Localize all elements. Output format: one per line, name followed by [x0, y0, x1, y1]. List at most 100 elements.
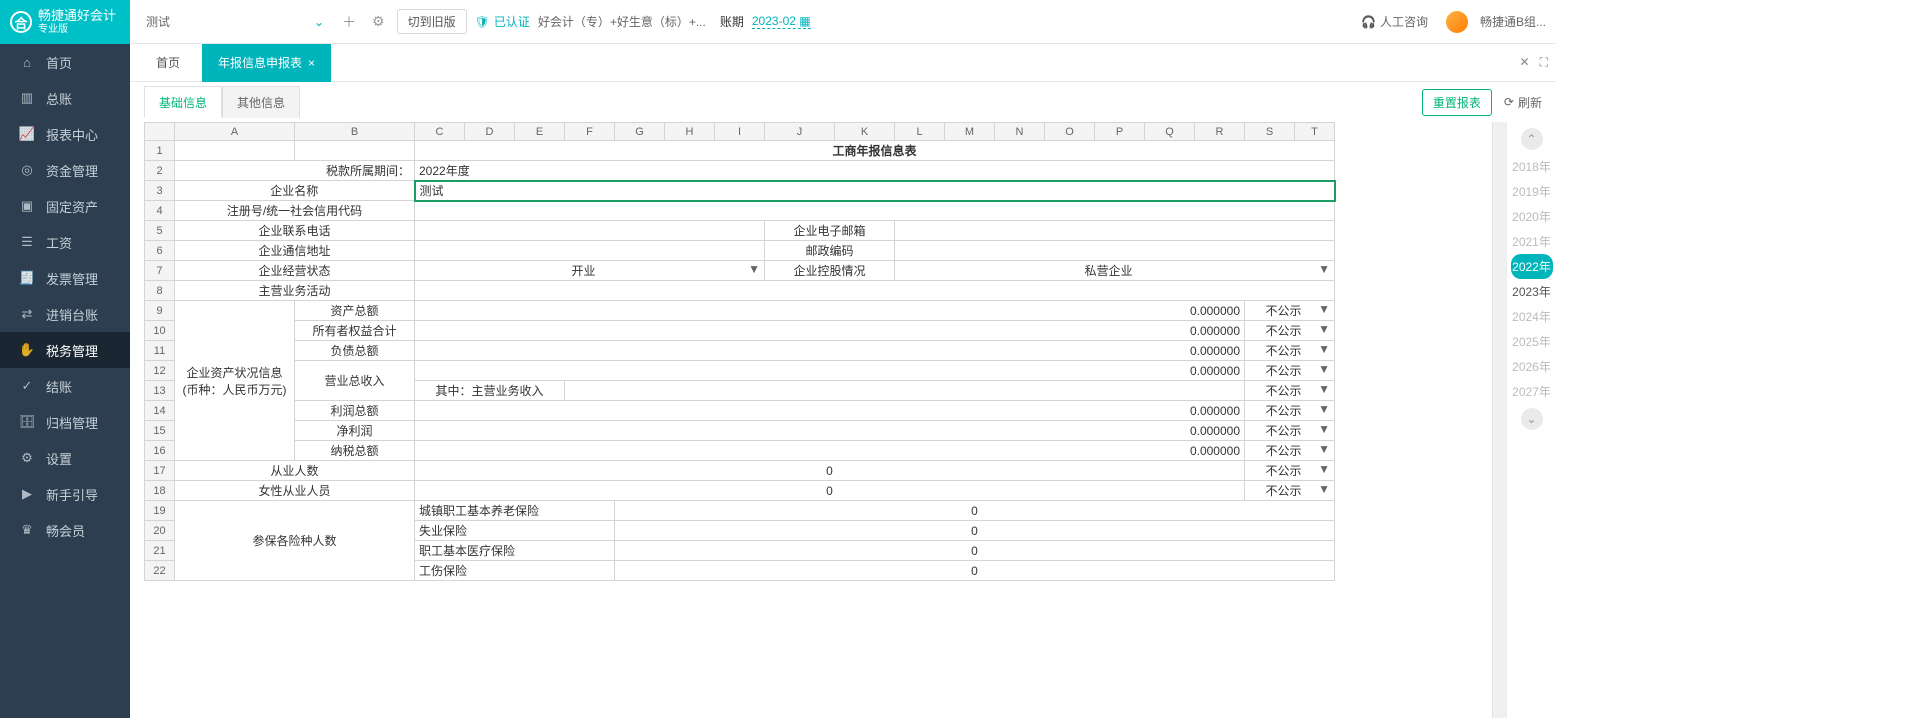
- cell[interactable]: 0: [415, 461, 1245, 481]
- year-2018年[interactable]: 2018年: [1511, 154, 1553, 179]
- col-header[interactable]: F: [565, 123, 615, 141]
- avatar[interactable]: [1446, 11, 1468, 33]
- col-header[interactable]: D: [465, 123, 515, 141]
- cell[interactable]: 女性从业人员: [175, 481, 415, 501]
- row-header[interactable]: 6: [145, 241, 175, 261]
- row-header[interactable]: 12: [145, 361, 175, 381]
- scrollbar[interactable]: [1492, 122, 1506, 718]
- sidebar-item-2[interactable]: 📈报表中心: [0, 116, 130, 152]
- close-icon[interactable]: ×: [308, 56, 315, 70]
- cell[interactable]: 0: [415, 481, 1245, 501]
- sidebar-item-0[interactable]: ⌂首页: [0, 44, 130, 80]
- cell[interactable]: 不公示▼: [1245, 361, 1335, 381]
- cell[interactable]: [895, 221, 1335, 241]
- sidebar-item-1[interactable]: ▥总账: [0, 80, 130, 116]
- sidebar-item-13[interactable]: ♛畅会员: [0, 512, 130, 548]
- col-header[interactable]: C: [415, 123, 465, 141]
- year-2027年[interactable]: 2027年: [1511, 379, 1553, 404]
- cell[interactable]: 企业经营状态: [175, 261, 415, 281]
- cell[interactable]: 私营企业▼: [895, 261, 1335, 281]
- cell[interactable]: 职工基本医疗保险: [415, 541, 615, 561]
- period-selector[interactable]: 2023-02 ▦: [752, 14, 811, 29]
- col-header[interactable]: A: [175, 123, 295, 141]
- cell[interactable]: 不公示▼: [1245, 381, 1335, 401]
- cell[interactable]: 资产总额: [295, 301, 415, 321]
- fullscreen-icon[interactable]: ⛶: [1540, 55, 1548, 70]
- gear-icon[interactable]: ⚙: [368, 9, 389, 34]
- cell[interactable]: 失业保险: [415, 521, 615, 541]
- col-header[interactable]: B: [295, 123, 415, 141]
- sidebar-item-4[interactable]: ▣固定资产: [0, 188, 130, 224]
- sidebar-item-10[interactable]: 🗄归档管理: [0, 404, 130, 440]
- cell[interactable]: 2022年度: [415, 161, 1335, 181]
- year-2021年[interactable]: 2021年: [1511, 229, 1553, 254]
- row-header[interactable]: 17: [145, 461, 175, 481]
- year-up-icon[interactable]: ⌃: [1521, 128, 1543, 150]
- subtab-other[interactable]: 其他信息: [222, 86, 300, 118]
- sidebar-item-12[interactable]: ▶新手引导: [0, 476, 130, 512]
- year-2025年[interactable]: 2025年: [1511, 329, 1553, 354]
- cell[interactable]: 不公示▼: [1245, 301, 1335, 321]
- year-down-icon[interactable]: ⌄: [1521, 408, 1543, 430]
- cell[interactable]: 0: [615, 501, 1335, 521]
- cell[interactable]: 纳税总额: [295, 441, 415, 461]
- col-header[interactable]: O: [1045, 123, 1095, 141]
- row-header[interactable]: 22: [145, 561, 175, 581]
- row-header[interactable]: 2: [145, 161, 175, 181]
- cell[interactable]: 负债总额: [295, 341, 415, 361]
- col-header[interactable]: S: [1245, 123, 1295, 141]
- row-header[interactable]: 14: [145, 401, 175, 421]
- col-header[interactable]: H: [665, 123, 715, 141]
- col-header[interactable]: M: [945, 123, 995, 141]
- row-header[interactable]: 7: [145, 261, 175, 281]
- row-header[interactable]: 4: [145, 201, 175, 221]
- row-header[interactable]: 3: [145, 181, 175, 201]
- cell[interactable]: 0.000000: [415, 401, 1245, 421]
- sidebar-item-6[interactable]: 🧾发票管理: [0, 260, 130, 296]
- cell[interactable]: 税款所属期间：: [175, 161, 415, 181]
- sidebar-item-5[interactable]: ☰工资: [0, 224, 130, 260]
- year-2019年[interactable]: 2019年: [1511, 179, 1553, 204]
- col-header[interactable]: K: [835, 123, 895, 141]
- cell[interactable]: 不公示▼: [1245, 341, 1335, 361]
- cell[interactable]: 企业联系电话: [175, 221, 415, 241]
- row-header[interactable]: 21: [145, 541, 175, 561]
- cell[interactable]: 不公示▼: [1245, 441, 1335, 461]
- row-header[interactable]: 9: [145, 301, 175, 321]
- col-header[interactable]: N: [995, 123, 1045, 141]
- row-header[interactable]: 20: [145, 521, 175, 541]
- close-all-icon[interactable]: ✕: [1520, 55, 1530, 70]
- switch-old-button[interactable]: 切到旧版: [397, 9, 467, 34]
- cell[interactable]: 0.000000: [415, 341, 1245, 361]
- sidebar-item-7[interactable]: ⇄进销台账: [0, 296, 130, 332]
- cell[interactable]: [415, 221, 765, 241]
- year-2024年[interactable]: 2024年: [1511, 304, 1553, 329]
- cell[interactable]: 不公示▼: [1245, 461, 1335, 481]
- tab-home[interactable]: 首页: [140, 44, 196, 82]
- cell[interactable]: 工商年报信息表: [415, 141, 1335, 161]
- cell[interactable]: [415, 281, 1335, 301]
- cell[interactable]: 不公示▼: [1245, 481, 1335, 501]
- cell[interactable]: 净利润: [295, 421, 415, 441]
- cell[interactable]: 0.000000: [415, 361, 1245, 381]
- cell[interactable]: 0.000000: [415, 441, 1245, 461]
- cell[interactable]: 企业电子邮箱: [765, 221, 895, 241]
- cell[interactable]: 企业通信地址: [175, 241, 415, 261]
- row-header[interactable]: 1: [145, 141, 175, 161]
- year-2026年[interactable]: 2026年: [1511, 354, 1553, 379]
- cell[interactable]: 城镇职工基本养老保险: [415, 501, 615, 521]
- username[interactable]: 畅捷通B组...: [1480, 13, 1546, 30]
- company-selector[interactable]: 测试 ⌄: [140, 13, 330, 30]
- row-header[interactable]: 19: [145, 501, 175, 521]
- cell[interactable]: 0: [615, 561, 1335, 581]
- cell[interactable]: [565, 381, 1245, 401]
- cell[interactable]: [415, 241, 765, 261]
- cell[interactable]: 主营业务活动: [175, 281, 415, 301]
- refresh-button[interactable]: ⟳ 刷新: [1504, 94, 1542, 111]
- cell[interactable]: 0.000000: [415, 301, 1245, 321]
- cell[interactable]: 0.000000: [415, 321, 1245, 341]
- cell[interactable]: [415, 201, 1335, 221]
- cell[interactable]: 注册号/统一社会信用代码: [175, 201, 415, 221]
- row-header[interactable]: 10: [145, 321, 175, 341]
- sidebar-item-8[interactable]: ✋税务管理: [0, 332, 130, 368]
